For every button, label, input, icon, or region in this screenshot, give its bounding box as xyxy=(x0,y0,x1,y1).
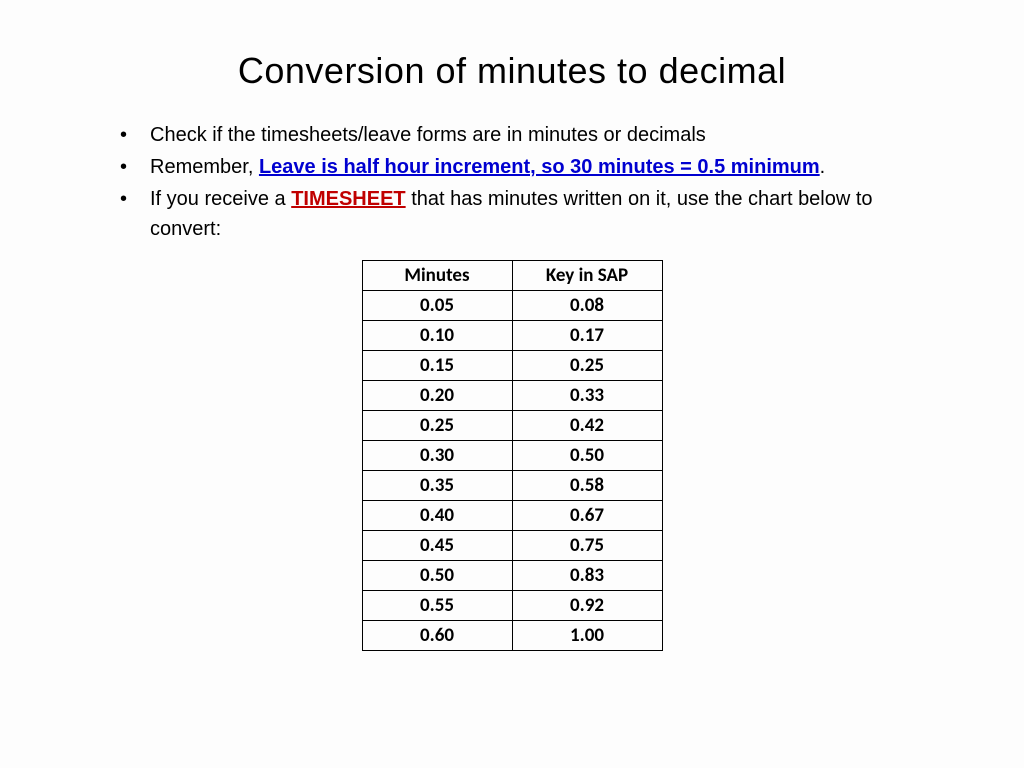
column-header-minutes: Minutes xyxy=(362,261,512,291)
table-cell: 0.58 xyxy=(512,471,662,501)
page-title: Conversion of minutes to decimal xyxy=(100,50,924,92)
column-header-sap: Key in SAP xyxy=(512,261,662,291)
table-row: 0.050.08 xyxy=(362,291,662,321)
table-cell: 0.15 xyxy=(362,351,512,381)
table-row: 0.350.58 xyxy=(362,471,662,501)
table-cell: 0.10 xyxy=(362,321,512,351)
table-row: 0.500.83 xyxy=(362,561,662,591)
bullet-item: Check if the timesheets/leave forms are … xyxy=(120,120,924,150)
conversion-table: Minutes Key in SAP 0.050.080.100.170.150… xyxy=(362,260,663,651)
table-cell: 0.40 xyxy=(362,501,512,531)
table-row: 0.300.50 xyxy=(362,441,662,471)
table-cell: 0.50 xyxy=(362,561,512,591)
table-cell: 0.08 xyxy=(512,291,662,321)
table-cell: 0.83 xyxy=(512,561,662,591)
table-row: 0.150.25 xyxy=(362,351,662,381)
table-cell: 0.92 xyxy=(512,591,662,621)
table-cell: 0.60 xyxy=(362,621,512,651)
table-cell: 0.42 xyxy=(512,411,662,441)
table-header-row: Minutes Key in SAP xyxy=(362,261,662,291)
bullet-list: Check if the timesheets/leave forms are … xyxy=(120,120,924,244)
table-row: 0.400.67 xyxy=(362,501,662,531)
table-cell: 0.33 xyxy=(512,381,662,411)
table-cell: 0.05 xyxy=(362,291,512,321)
table-row: 0.450.75 xyxy=(362,531,662,561)
table-cell: 0.50 xyxy=(512,441,662,471)
bullet-text: Check if the timesheets/leave forms are … xyxy=(150,124,706,146)
emphasis-timesheet: TIMESHEET xyxy=(291,188,405,210)
table-cell: 0.20 xyxy=(362,381,512,411)
table-cell: 0.55 xyxy=(362,591,512,621)
table-row: 0.601.00 xyxy=(362,621,662,651)
table-cell: 0.75 xyxy=(512,531,662,561)
table-cell: 0.30 xyxy=(362,441,512,471)
table-container: Minutes Key in SAP 0.050.080.100.170.150… xyxy=(100,260,924,651)
bullet-text-pre: Remember, xyxy=(150,156,259,178)
emphasis-leave-rule: Leave is half hour increment, so 30 minu… xyxy=(259,156,820,178)
table-row: 0.200.33 xyxy=(362,381,662,411)
table-body: 0.050.080.100.170.150.250.200.330.250.42… xyxy=(362,291,662,651)
table-cell: 0.67 xyxy=(512,501,662,531)
table-cell: 1.00 xyxy=(512,621,662,651)
table-cell: 0.35 xyxy=(362,471,512,501)
table-cell: 0.25 xyxy=(512,351,662,381)
table-cell: 0.45 xyxy=(362,531,512,561)
table-cell: 0.17 xyxy=(512,321,662,351)
table-cell: 0.25 xyxy=(362,411,512,441)
bullet-text-post: . xyxy=(820,156,826,178)
bullet-item: If you receive a TIMESHEET that has minu… xyxy=(120,184,924,244)
table-row: 0.250.42 xyxy=(362,411,662,441)
bullet-text-pre: If you receive a xyxy=(150,188,291,210)
table-row: 0.550.92 xyxy=(362,591,662,621)
bullet-item: Remember, Leave is half hour increment, … xyxy=(120,152,924,182)
slide: Conversion of minutes to decimal Check i… xyxy=(0,0,1024,691)
table-row: 0.100.17 xyxy=(362,321,662,351)
